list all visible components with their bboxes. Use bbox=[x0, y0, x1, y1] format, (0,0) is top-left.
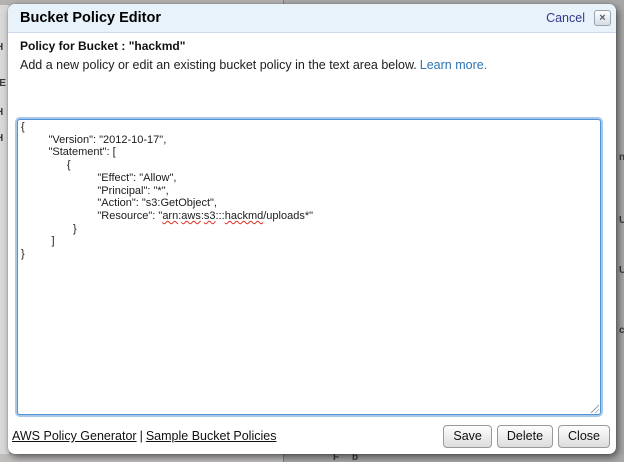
background-text-fragment: c bbox=[619, 325, 624, 336]
header-actions: Cancel × bbox=[546, 10, 611, 26]
description-text: Add a new policy or edit an existing buc… bbox=[20, 58, 487, 72]
sample-bucket-policies-link[interactable]: Sample Bucket Policies bbox=[146, 429, 277, 443]
background-text-fragment: U bbox=[619, 265, 624, 276]
bucket-policy-editor-dialog: Bucket Policy Editor Cancel × Policy for… bbox=[8, 4, 616, 454]
misspelled-token: arn bbox=[162, 210, 178, 222]
resize-handle-icon[interactable] bbox=[589, 403, 599, 413]
close-button[interactable]: Close bbox=[558, 425, 610, 448]
close-icon[interactable]: × bbox=[594, 10, 611, 26]
footer-buttons: Save Delete Close bbox=[443, 425, 610, 448]
code-line: "Statement": [ bbox=[21, 146, 598, 159]
learn-more-link[interactable]: Learn more. bbox=[420, 58, 487, 72]
cancel-link[interactable]: Cancel bbox=[546, 11, 585, 25]
code-line: } bbox=[21, 223, 598, 236]
link-separator: | bbox=[140, 429, 143, 443]
dialog-footer: AWS Policy Generator|Sample Bucket Polic… bbox=[8, 424, 616, 448]
description-main: Add a new policy or edit an existing buc… bbox=[20, 58, 417, 72]
misspelled-token: aws bbox=[181, 210, 201, 222]
background-text-fragment: n bbox=[619, 152, 624, 163]
code-line: "Principal": "*", bbox=[21, 185, 598, 198]
background-text-fragment: H bbox=[0, 133, 3, 144]
code-line: "Effect": "Allow", bbox=[21, 172, 598, 185]
bucket-policy-textarea[interactable]: { "Version": "2012-10-17", "Statement": … bbox=[17, 119, 601, 415]
screen: HCEHHnUUcFb Bucket Policy Editor Cancel … bbox=[0, 0, 624, 462]
policy-bucket-subtitle: Policy for Bucket : "hackmd" bbox=[20, 39, 185, 53]
misspelled-token: hackmd bbox=[225, 210, 264, 222]
code-line: "Version": "2012-10-17", bbox=[21, 134, 598, 147]
background-bottom-strip bbox=[0, 454, 283, 462]
background-text-fragment: H bbox=[0, 107, 3, 118]
background-text-fragment: U bbox=[619, 215, 624, 226]
code-line: "Resource": "arn:aws:s3:::hackmd/uploads… bbox=[21, 210, 598, 223]
code-line: "Action": "s3:GetObject", bbox=[21, 197, 598, 210]
misspelled-token: s3 bbox=[204, 210, 216, 222]
footer-links: AWS Policy Generator|Sample Bucket Polic… bbox=[12, 429, 276, 443]
aws-policy-generator-link[interactable]: AWS Policy Generator bbox=[12, 429, 137, 443]
save-button[interactable]: Save bbox=[443, 425, 492, 448]
dialog-title: Bucket Policy Editor bbox=[20, 10, 161, 26]
dialog-header: Bucket Policy Editor Cancel × bbox=[8, 4, 616, 33]
delete-button[interactable]: Delete bbox=[497, 425, 553, 448]
code-line: ] bbox=[21, 235, 598, 248]
code-line: { bbox=[21, 121, 598, 134]
code-line: { bbox=[21, 159, 598, 172]
background-text-fragment: H bbox=[0, 42, 3, 53]
policy-json-content: { "Version": "2012-10-17", "Statement": … bbox=[21, 121, 598, 261]
code-line: } bbox=[21, 248, 598, 261]
background-text-fragment: CE bbox=[0, 78, 6, 89]
